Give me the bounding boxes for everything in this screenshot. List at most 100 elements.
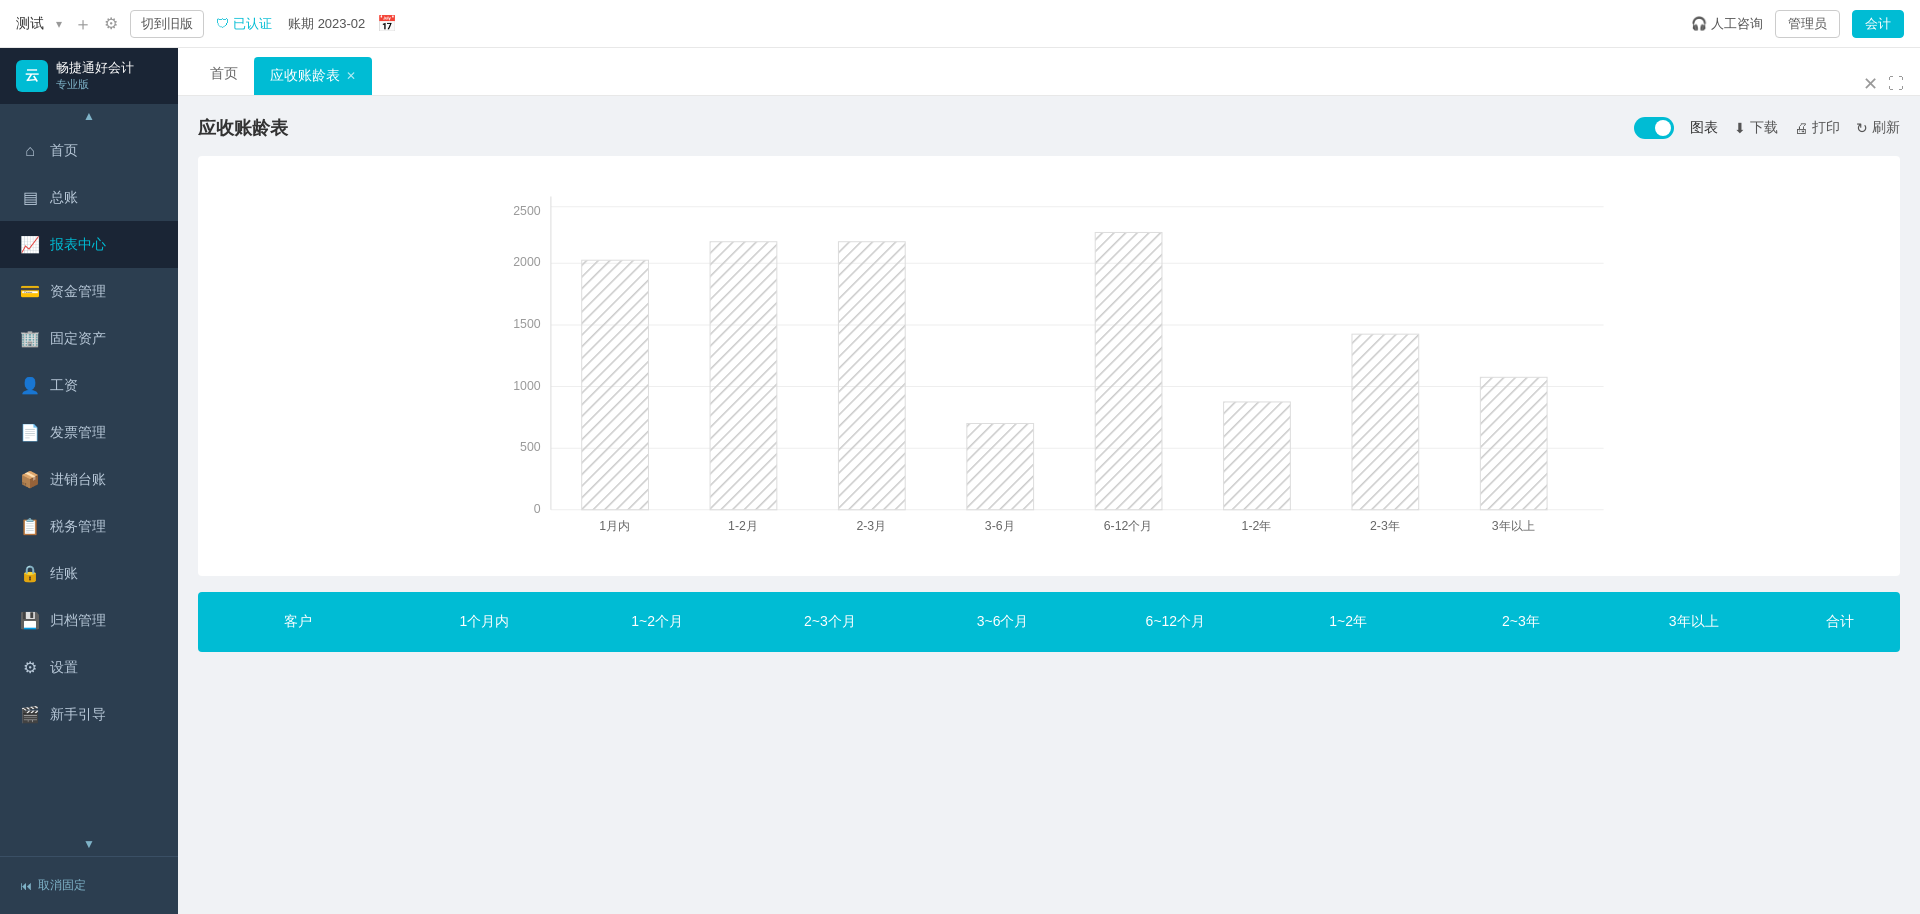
sidebar-item-funds[interactable]: 💳 资金管理 — [0, 268, 178, 315]
print-icon: 🖨 — [1794, 120, 1808, 136]
project-dropdown-icon[interactable]: ▾ — [56, 17, 62, 31]
sidebar-scroll-down[interactable]: ▼ — [0, 832, 178, 856]
bar-2-3-month — [838, 242, 905, 510]
tab-home-label: 首页 — [210, 65, 238, 83]
pin-icon: ⏮ — [20, 879, 32, 893]
add-project-button[interactable]: ＋ — [74, 12, 92, 36]
verified-label: 已认证 — [233, 15, 272, 33]
settings-gear-icon[interactable]: ⚙ — [104, 14, 118, 33]
sidebar-item-invoice[interactable]: 📄 发票管理 — [0, 409, 178, 456]
download-icon: ⬇ — [1734, 120, 1746, 136]
invoice-icon: 📄 — [20, 423, 40, 442]
calendar-icon[interactable]: 📅 — [377, 14, 397, 33]
sidebar-label-closing: 结账 — [50, 565, 78, 583]
guide-icon: 🎬 — [20, 705, 40, 724]
bar-2-3-year — [1352, 334, 1419, 510]
sidebar-item-closing[interactable]: 🔒 结账 — [0, 550, 178, 597]
tab-bar: 首页 应收账龄表 ✕ ✕ ⛶ — [178, 48, 1920, 96]
svg-text:2-3月: 2-3月 — [856, 519, 886, 533]
svg-text:1000: 1000 — [513, 379, 541, 393]
sidebar-label-funds: 资金管理 — [50, 283, 106, 301]
consult-button[interactable]: 🎧 人工咨询 — [1691, 15, 1763, 33]
sidebar-item-tax[interactable]: 📋 税务管理 — [0, 503, 178, 550]
col-customer: 客户 — [198, 592, 398, 652]
tab-aging[interactable]: 应收账龄表 ✕ — [254, 57, 372, 95]
svg-text:6-12个月: 6-12个月 — [1104, 519, 1153, 533]
svg-text:2500: 2500 — [513, 204, 541, 218]
project-name: 测试 — [16, 15, 44, 33]
sidebar-label-invoice: 发票管理 — [50, 424, 106, 442]
bar-1-2-month — [710, 242, 777, 510]
tab-aging-label: 应收账龄表 — [270, 67, 340, 85]
archive-icon: 💾 — [20, 611, 40, 630]
refresh-button[interactable]: ↻ 刷新 — [1856, 119, 1900, 137]
funds-icon: 💳 — [20, 282, 40, 301]
sidebar-label-ledger: 总账 — [50, 189, 78, 207]
sidebar: 云 畅捷通好会计 专业版 ▲ ⌂ 首页 ▤ 总账 📈 报表中心 💳 — [0, 48, 178, 914]
table-header: 客户 1个月内 1~2个月 2~3个月 3~6个月 6~12 — [198, 592, 1900, 652]
headset-icon: 🎧 — [1691, 16, 1707, 31]
ledger-icon: ▤ — [20, 188, 40, 207]
sidebar-logo: 云 畅捷通好会计 专业版 — [0, 48, 178, 104]
sidebar-item-archive[interactable]: 💾 归档管理 — [0, 597, 178, 644]
home-icon: ⌂ — [20, 142, 40, 160]
shield-icon: 🛡 — [216, 16, 229, 31]
manager-button[interactable]: 管理员 — [1775, 10, 1840, 38]
inventory-icon: 📦 — [20, 470, 40, 489]
chart-toggle[interactable] — [1634, 117, 1674, 139]
bar-1-2-year — [1224, 402, 1291, 510]
print-button[interactable]: 🖨 打印 — [1794, 119, 1840, 137]
assets-icon: 🏢 — [20, 329, 40, 348]
chart-svg: 0 500 1000 1500 2000 2500 — [218, 176, 1880, 556]
accountant-button[interactable]: 会计 — [1852, 10, 1904, 38]
col-total: 合计 — [1780, 592, 1900, 652]
refresh-icon: ↻ — [1856, 120, 1868, 136]
period-label: 账期 2023-02 — [288, 15, 365, 33]
download-button[interactable]: ⬇ 下载 — [1734, 119, 1778, 137]
switch-old-version-button[interactable]: 切到旧版 — [130, 10, 204, 38]
sidebar-label-home: 首页 — [50, 142, 78, 160]
page-header: 应收账龄表 图表 ⬇ 下载 🖨 打印 ↻ 刷新 — [198, 116, 1900, 140]
closing-icon: 🔒 — [20, 564, 40, 583]
col-2-3year: 2~3年 — [1435, 592, 1608, 652]
sidebar-bottom: ⏮ 取消固定 — [0, 856, 178, 914]
settings-icon: ⚙ — [20, 658, 40, 677]
svg-text:3-6月: 3-6月 — [985, 519, 1015, 533]
sidebar-item-assets[interactable]: 🏢 固定资产 — [0, 315, 178, 362]
sidebar-scroll-up[interactable]: ▲ — [0, 104, 178, 128]
col-1-2year: 1~2年 — [1262, 592, 1435, 652]
sidebar-label-archive: 归档管理 — [50, 612, 106, 630]
sidebar-label-guide: 新手引导 — [50, 706, 106, 724]
col-1month: 1个月内 — [398, 592, 571, 652]
sidebar-label-tax: 税务管理 — [50, 518, 106, 536]
sidebar-label-salary: 工资 — [50, 377, 78, 395]
sidebar-item-settings[interactable]: ⚙ 设置 — [0, 644, 178, 691]
bar-3-plus-year — [1480, 377, 1547, 509]
logo-text: 畅捷通好会计 — [56, 60, 134, 77]
sidebar-item-salary[interactable]: 👤 工资 — [0, 362, 178, 409]
svg-text:2-3年: 2-3年 — [1370, 519, 1400, 533]
sidebar-item-guide[interactable]: 🎬 新手引导 — [0, 691, 178, 738]
tab-aging-close[interactable]: ✕ — [346, 69, 356, 83]
sidebar-label-settings: 设置 — [50, 659, 78, 677]
sidebar-item-home[interactable]: ⌂ 首页 — [0, 128, 178, 174]
sidebar-label-inventory: 进销台账 — [50, 471, 106, 489]
page-content: 应收账龄表 图表 ⬇ 下载 🖨 打印 ↻ 刷新 — [178, 96, 1920, 914]
topbar-right: 🎧 人工咨询 管理员 会计 — [1691, 10, 1904, 38]
sidebar-item-inventory[interactable]: 📦 进销台账 — [0, 456, 178, 503]
window-expand-button[interactable]: ⛶ — [1888, 75, 1904, 93]
svg-text:1-2月: 1-2月 — [728, 519, 758, 533]
col-3plus: 3年以上 — [1607, 592, 1780, 652]
sidebar-item-reports[interactable]: 📈 报表中心 — [0, 221, 178, 268]
chart-container: 0 500 1000 1500 2000 2500 — [218, 176, 1880, 556]
cancel-fixed-button[interactable]: ⏮ 取消固定 — [0, 867, 178, 904]
sidebar-item-ledger[interactable]: ▤ 总账 — [0, 174, 178, 221]
tab-bar-right: ✕ ⛶ — [1863, 73, 1904, 95]
page-actions: 图表 ⬇ 下载 🖨 打印 ↻ 刷新 — [1634, 117, 1900, 139]
chart-section: 0 500 1000 1500 2000 2500 — [198, 156, 1900, 576]
col-1-2month: 1~2个月 — [571, 592, 744, 652]
svg-text:1-2年: 1-2年 — [1242, 519, 1272, 533]
sidebar-label-reports: 报表中心 — [50, 236, 106, 254]
tab-home[interactable]: 首页 — [194, 55, 254, 95]
window-close-button[interactable]: ✕ — [1863, 73, 1878, 95]
